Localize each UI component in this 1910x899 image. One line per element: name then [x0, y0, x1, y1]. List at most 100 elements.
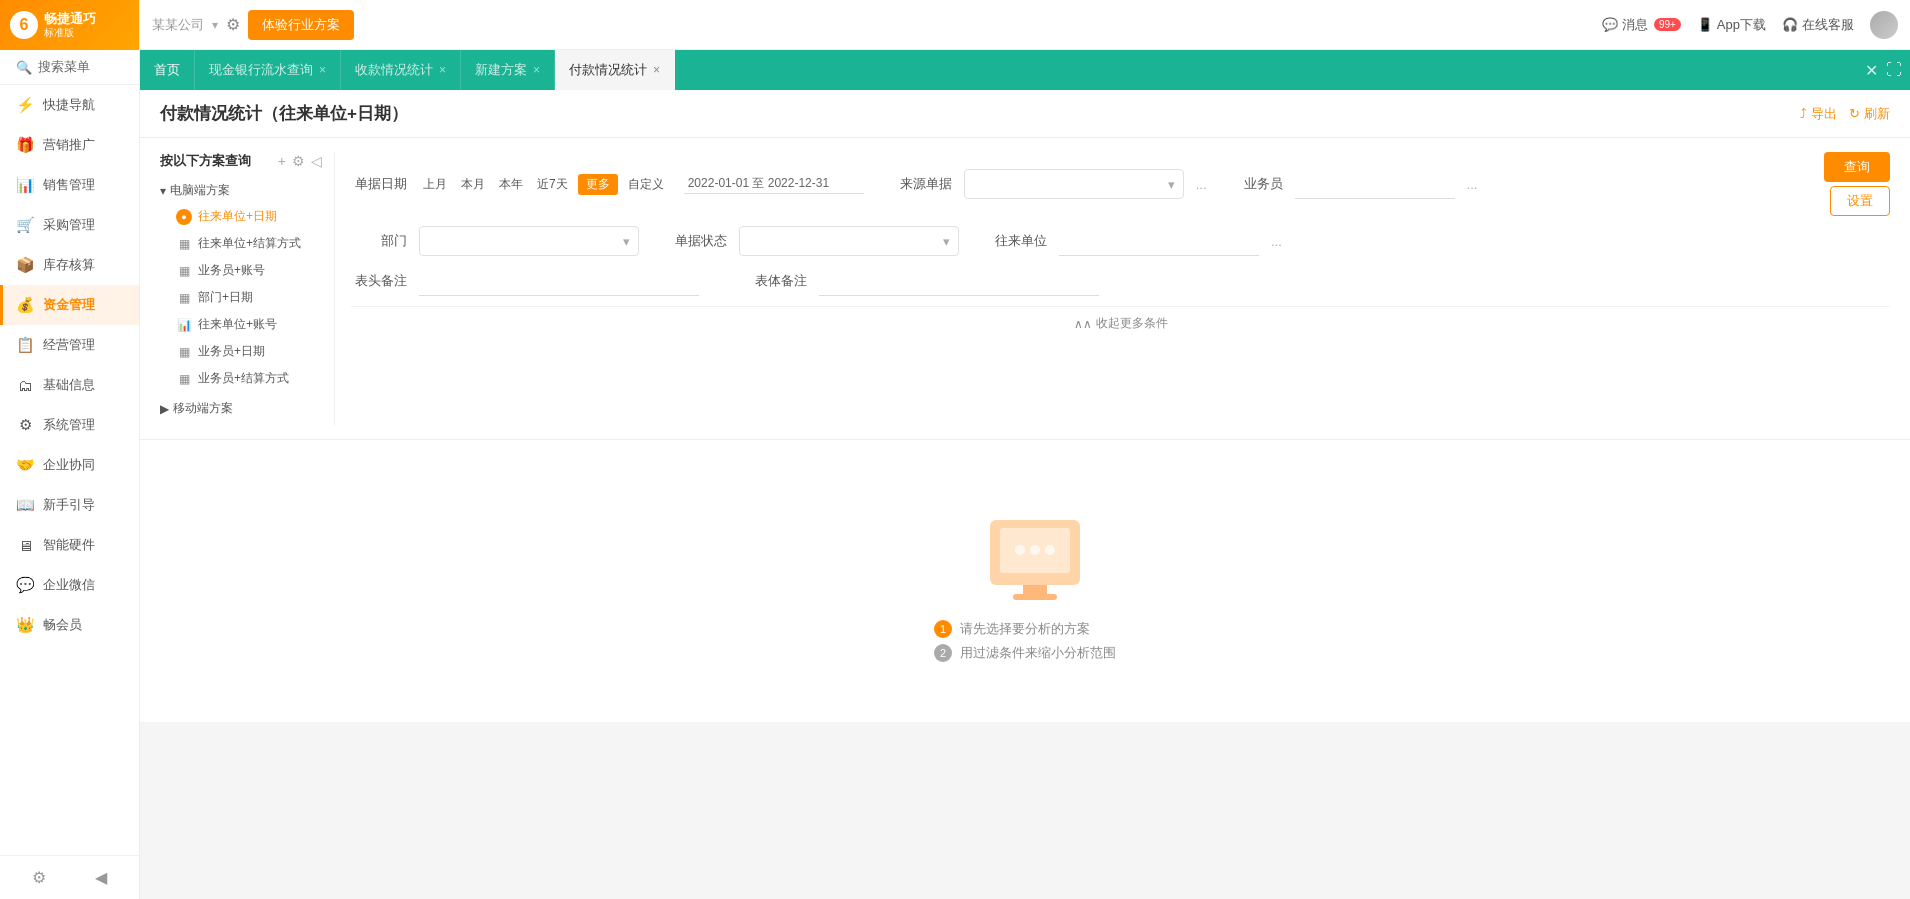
scheme-item-staff-account[interactable]: ▦ 业务员+账号: [160, 257, 322, 284]
tab-cash-flow[interactable]: 现金银行流水查询 ×: [195, 50, 341, 90]
app-name-block: 畅捷通巧 标准版: [44, 11, 96, 39]
table-body-note-input[interactable]: [819, 266, 1099, 296]
sidebar-item-corp[interactable]: 🤝 企业协同: [0, 445, 139, 485]
this-year-btn[interactable]: 本年: [495, 174, 527, 195]
user-avatar[interactable]: [1870, 11, 1898, 39]
last-month-btn[interactable]: 上月: [419, 174, 451, 195]
scheme-item-dept-date[interactable]: ▦ 部门+日期: [160, 284, 322, 311]
doc-status-select[interactable]: ▾: [739, 226, 959, 256]
scheme-settings-btn[interactable]: ⚙: [292, 153, 305, 169]
refresh-btn[interactable]: ↻ 刷新: [1849, 105, 1890, 123]
page-header: 付款情况统计（往来单位+日期） ⤴ 导出 ↻ 刷新: [140, 90, 1910, 138]
sidebar-item-quick-nav[interactable]: ⚡ 快捷导航: [0, 85, 139, 125]
tab-close-receipt-stats[interactable]: ×: [439, 63, 446, 77]
dept-select[interactable]: ▾: [419, 226, 639, 256]
trial-btn[interactable]: 体验行业方案: [248, 10, 354, 40]
filter-settings-btn[interactable]: 设置: [1830, 186, 1890, 216]
page-header-actions: ⤴ 导出 ↻ 刷新: [1800, 105, 1890, 123]
sidebar-item-guide[interactable]: 📖 新手引导: [0, 485, 139, 525]
sidebar-item-label: 系统管理: [43, 416, 95, 434]
app-download-btn[interactable]: 📱 App下载: [1697, 16, 1766, 34]
chevron-down-icon: ▾: [160, 184, 166, 198]
date-range-input[interactable]: [684, 175, 864, 194]
search-icon: 🔍: [16, 60, 32, 75]
desktop-schemes-title[interactable]: ▾ 电脑端方案: [160, 178, 322, 203]
scheme-item-staff-payment[interactable]: ▦ 业务员+结算方式: [160, 365, 322, 392]
source-doc-dots[interactable]: ...: [1196, 177, 1207, 192]
scheme-item-staff-date[interactable]: ▦ 业务员+日期: [160, 338, 322, 365]
page-title: 付款情况统计（往来单位+日期）: [160, 102, 408, 125]
active-scheme-icon: ●: [176, 209, 192, 225]
last-7-days-btn[interactable]: 近7天: [533, 174, 572, 195]
tab-close-new-scheme[interactable]: ×: [533, 63, 540, 77]
scheme-item-label: 部门+日期: [198, 289, 253, 306]
table-scheme-icon: ▦: [176, 236, 192, 252]
staff-dots[interactable]: ...: [1467, 177, 1478, 192]
app-download-label: App下载: [1717, 16, 1766, 34]
empty-state: 1 请先选择要分析的方案 2 用过滤条件来缩小分析范围: [140, 440, 1910, 722]
scheme-item-unit-date[interactable]: ● 往来单位+日期: [160, 203, 322, 230]
table-header-note-input[interactable]: [419, 266, 699, 296]
custom-date-btn[interactable]: 自定义: [624, 174, 668, 195]
mobile-schemes-title[interactable]: ▶ 移动端方案: [160, 396, 322, 421]
tab-close-payment-stats[interactable]: ×: [653, 63, 660, 77]
doc-status-dropdown-arrow: ▾: [943, 234, 950, 249]
topbar-settings-icon[interactable]: ⚙: [226, 15, 240, 34]
tab-receipt-stats[interactable]: 收款情况统计 ×: [341, 50, 461, 90]
sidebar-item-inventory[interactable]: 📦 库存核算: [0, 245, 139, 285]
this-month-btn[interactable]: 本月: [457, 174, 489, 195]
sidebar-item-member[interactable]: 👑 畅会员: [0, 605, 139, 645]
partner-dots[interactable]: ...: [1271, 234, 1282, 249]
table-scheme-icon2: ▦: [176, 263, 192, 279]
company-dropdown-arrow[interactable]: ▾: [212, 18, 218, 32]
tip-text-2: 用过滤条件来缩小分析范围: [960, 644, 1116, 662]
online-service-label: 在线客服: [1802, 16, 1854, 34]
sales-icon: 📊: [15, 175, 35, 195]
tab-new-scheme[interactable]: 新建方案 ×: [461, 50, 555, 90]
page-content: 付款情况统计（往来单位+日期） ⤴ 导出 ↻ 刷新 按以下方案查询 +: [140, 90, 1910, 899]
collapse-scheme-panel-btn[interactable]: ◁: [311, 153, 322, 169]
export-label: 导出: [1811, 105, 1837, 123]
add-scheme-btn[interactable]: +: [278, 153, 286, 169]
scheme-item-unit-payment[interactable]: ▦ 往来单位+结算方式: [160, 230, 322, 257]
empty-tip-2: 2 用过滤条件来缩小分析范围: [934, 644, 1116, 662]
scheme-item-label: 业务员+账号: [198, 262, 265, 279]
search-menu[interactable]: 🔍 搜索菜单: [0, 50, 139, 85]
tab-payment-stats[interactable]: 付款情况统计 ×: [555, 50, 675, 90]
sidebar-item-finance[interactable]: 💰 资金管理: [0, 285, 139, 325]
sidebar-item-system[interactable]: ⚙ 系统管理: [0, 405, 139, 445]
staff-input[interactable]: [1295, 169, 1455, 199]
sidebar-item-wechat[interactable]: 💬 企业微信: [0, 565, 139, 605]
tabbar-actions: ✕ ⛶: [1865, 50, 1910, 90]
close-all-tabs-btn[interactable]: ✕: [1865, 61, 1878, 80]
sidebar-item-marketing[interactable]: 🎁 营销推广: [0, 125, 139, 165]
date-btn-group: 上月 本月 本年 近7天 更多 自定义: [419, 174, 668, 195]
source-doc-select[interactable]: ▾: [964, 169, 1184, 199]
svg-point-5: [1030, 545, 1040, 555]
sidebar-item-label: 经营管理: [43, 336, 95, 354]
messages-btn[interactable]: 💬 消息 99+: [1602, 16, 1681, 34]
partner-input[interactable]: [1059, 226, 1259, 256]
sidebar-item-hardware[interactable]: 🖥 智能硬件: [0, 525, 139, 565]
tab-close-cash-flow[interactable]: ×: [319, 63, 326, 77]
tab-home[interactable]: 首页: [140, 50, 195, 90]
filter-area: 按以下方案查询 + ⚙ ◁ ▾ 电脑端方案 ● 往来单位+日期: [140, 138, 1910, 440]
scheme-panel-title: 按以下方案查询: [160, 152, 251, 170]
payment-stats-tab-label: 付款情况统计: [569, 61, 647, 79]
sidebar-item-sales[interactable]: 📊 销售管理: [0, 165, 139, 205]
query-btn[interactable]: 查询: [1824, 152, 1890, 182]
collapse-filter-btn[interactable]: ∧∧ 收起更多条件: [351, 306, 1890, 336]
online-service-btn[interactable]: 🎧 在线客服: [1782, 16, 1854, 34]
export-btn[interactable]: ⤴ 导出: [1800, 105, 1837, 123]
scheme-item-unit-account[interactable]: 📊 往来单位+账号: [160, 311, 322, 338]
sidebar-item-operations[interactable]: 📋 经营管理: [0, 325, 139, 365]
search-menu-label: 搜索菜单: [38, 58, 90, 76]
sidebar-item-basic-info[interactable]: 🗂 基础信息: [0, 365, 139, 405]
topbar: 某某公司 ▾ ⚙ 体验行业方案 💬 消息 99+ 📱 App下载 🎧 在线客服: [140, 0, 1910, 50]
sidebar-item-purchase[interactable]: 🛒 采购管理: [0, 205, 139, 245]
receipt-stats-tab-label: 收款情况统计: [355, 61, 433, 79]
settings-footer-btn[interactable]: ⚙: [28, 864, 50, 891]
collapse-sidebar-btn[interactable]: ◀: [91, 864, 111, 891]
expand-tabs-btn[interactable]: ⛶: [1886, 61, 1902, 79]
more-date-btn[interactable]: 更多: [578, 174, 618, 195]
